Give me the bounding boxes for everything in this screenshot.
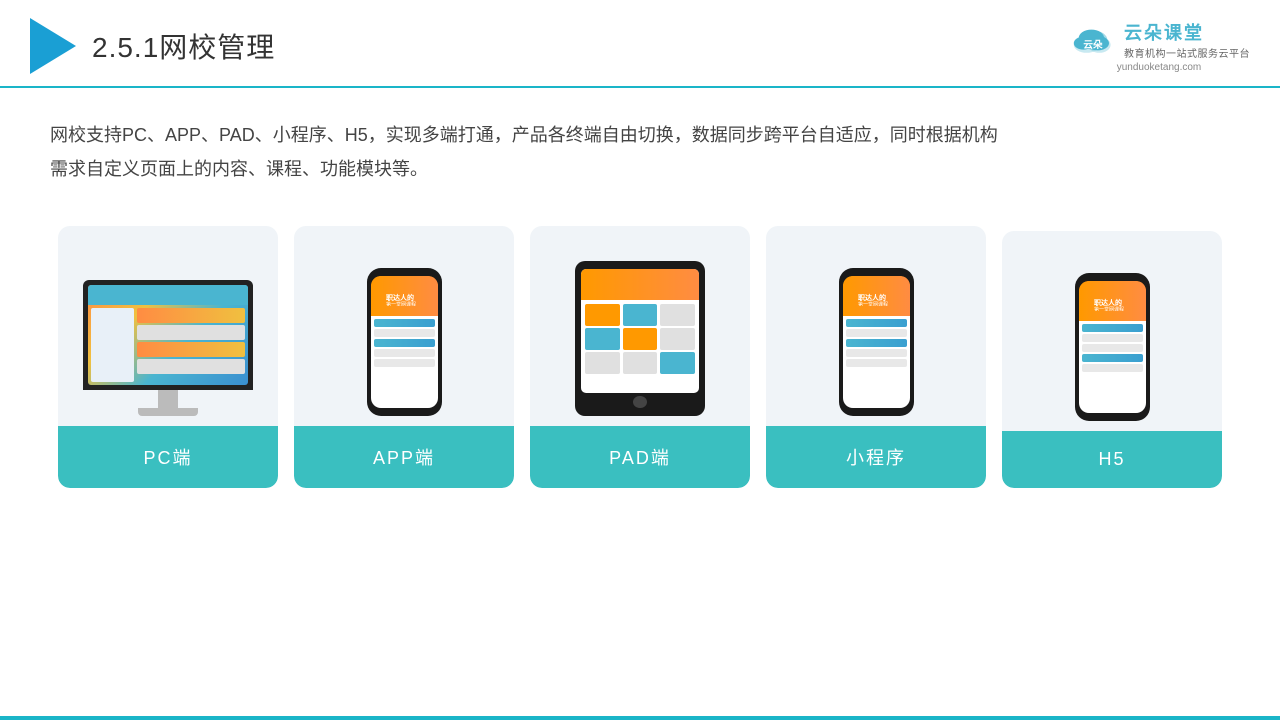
- card-app: 职达人的 第一堂网课程: [294, 226, 514, 488]
- bottom-accent-line: [0, 716, 1280, 720]
- svg-text:第一堂网课程: 第一堂网课程: [858, 301, 888, 306]
- page-title: 2.5.1网校管理: [92, 26, 275, 66]
- phone-icon-app: 职达人的 第一堂网课程: [367, 268, 442, 416]
- label-miniapp: 小程序: [766, 426, 986, 488]
- svg-text:云朵: 云朵: [1083, 40, 1103, 51]
- description: 网校支持PC、APP、PAD、小程序、H5，实现多端打通，产品各终端自由切换，数…: [50, 118, 1230, 186]
- cards-container: PC端 职达人的 第一堂网课程: [50, 226, 1230, 488]
- h5-image-area: 职达人的 第一堂网课程: [1018, 251, 1206, 431]
- svg-text:职达人的: 职达人的: [1094, 298, 1122, 307]
- card-pad: PAD端: [530, 226, 750, 488]
- brand-area: 云朵 云朵课堂 教育机构一站式服务云平台 yunduoketang.com: [1068, 19, 1250, 73]
- svg-text:第一堂网课程: 第一堂网课程: [386, 301, 416, 306]
- card-miniapp: 职达人的 第一堂网课程: [766, 226, 986, 488]
- phone-icon-h5: 职达人的 第一堂网课程: [1075, 273, 1150, 421]
- label-pad: PAD端: [530, 426, 750, 488]
- header: 2.5.1网校管理 云朵 云朵课堂 教育机构一站式服务云平台 yunduoket…: [0, 0, 1280, 88]
- header-left: 2.5.1网校管理: [30, 18, 275, 74]
- pc-monitor-icon: [83, 280, 253, 416]
- brand-text: 云朵课堂 教育机构一站式服务云平台: [1124, 19, 1250, 60]
- brand-name: 云朵课堂: [1124, 19, 1204, 45]
- miniapp-image-area: 职达人的 第一堂网课程: [782, 246, 970, 426]
- app-image-area: 职达人的 第一堂网课程: [310, 246, 498, 426]
- brand-slogan: 教育机构一站式服务云平台: [1124, 45, 1250, 60]
- card-h5: 职达人的 第一堂网课程: [1002, 231, 1222, 488]
- svg-text:职达人的: 职达人的: [386, 293, 414, 302]
- label-pc: PC端: [58, 426, 278, 488]
- pc-image-area: [74, 246, 262, 426]
- main-content: 网校支持PC、APP、PAD、小程序、H5，实现多端打通，产品各终端自由切换，数…: [0, 88, 1280, 508]
- svg-text:职达人的: 职达人的: [858, 293, 886, 302]
- label-h5: H5: [1002, 431, 1222, 488]
- label-app: APP端: [294, 426, 514, 488]
- tablet-icon: [575, 261, 705, 416]
- brand-url: yunduoketang.com: [1117, 62, 1202, 73]
- pad-image-area: [546, 246, 734, 426]
- cloud-icon: 云朵: [1068, 24, 1118, 56]
- phone-icon-miniapp: 职达人的 第一堂网课程: [839, 268, 914, 416]
- brand-logo: 云朵 云朵课堂 教育机构一站式服务云平台: [1068, 19, 1250, 60]
- card-pc: PC端: [58, 226, 278, 488]
- logo-icon: [30, 18, 76, 74]
- svg-text:第一堂网课程: 第一堂网课程: [1094, 306, 1124, 311]
